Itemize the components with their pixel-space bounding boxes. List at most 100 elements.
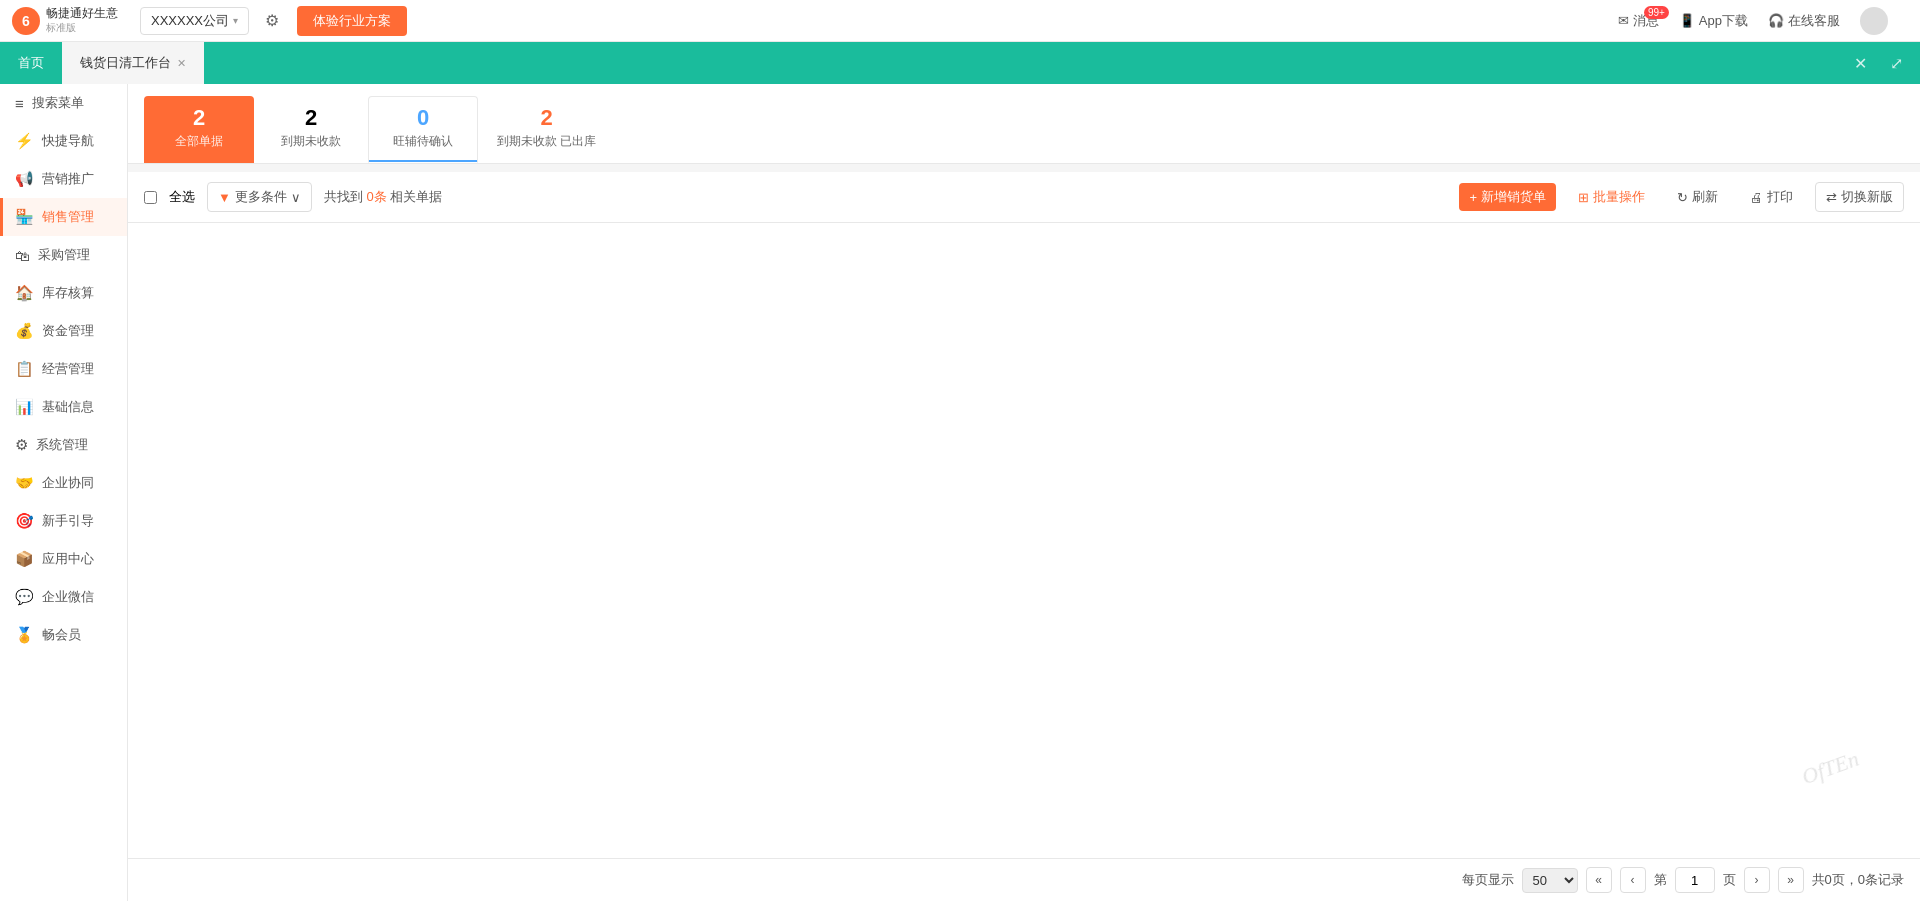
sidebar-item-operations[interactable]: 📋 经营管理 [0,350,127,388]
guide-icon: 🎯 [15,512,34,530]
select-all-checkbox[interactable] [144,191,157,204]
message-icon: ✉ [1618,13,1629,28]
headset-icon: 🎧 [1768,13,1784,28]
app-download-button[interactable]: 📱 App下载 [1679,12,1748,30]
sidebar-item-membership[interactable]: 🏅 畅会员 [0,616,127,654]
logo-badge: 标准版 [46,21,118,35]
trial-button[interactable]: 体验行业方案 [297,6,407,36]
inventory-icon: 🏠 [15,284,34,302]
found-count: 0条 [367,189,387,204]
chevron-down-icon: ▾ [233,15,238,26]
sidebar-item-search-menu[interactable]: ≡ 搜索菜单 [0,84,127,122]
tab-workbench-label: 钱货日清工作台 [80,54,171,72]
filter-label: 更多条件 [235,188,287,206]
switch-label: 切换新版 [1841,188,1893,206]
stats-tab-all[interactable]: 2 全部单据 [144,96,254,163]
sidebar-item-basic-info[interactable]: 📊 基础信息 [0,388,127,426]
print-button[interactable]: 🖨 打印 [1740,183,1803,211]
sidebar-item-capital[interactable]: 💰 资金管理 [0,312,127,350]
sidebar-item-marketing[interactable]: 📢 营销推广 [0,160,127,198]
sidebar-item-purchase[interactable]: 🛍 采购管理 [0,236,127,274]
stats-tab-overdue-unpaid[interactable]: 2 到期未收款 [256,96,366,163]
stats-wangwang-number: 0 [385,105,461,131]
tab-underline [369,160,477,162]
settings-icon[interactable]: ⚙ [257,6,287,36]
batch-label: 批量操作 [1593,188,1645,206]
sidebar-label-sales: 销售管理 [42,208,94,226]
app-download-label: App下载 [1699,12,1748,30]
close-tab-icon[interactable]: ✕ [1846,49,1874,77]
messages-badge: 99+ [1644,6,1669,19]
first-page-button[interactable]: « [1586,867,1612,893]
tab-home[interactable]: 首页 [0,42,62,84]
new-icon: + [1469,190,1477,205]
membership-icon: 🏅 [15,626,34,644]
sidebar-item-inventory[interactable]: 🏠 库存核算 [0,274,127,312]
sidebar-item-app-center[interactable]: 📦 应用中心 [0,540,127,578]
sidebar-item-system[interactable]: ⚙ 系统管理 [0,426,127,464]
page-label-2: 页 [1723,871,1736,889]
last-page-button[interactable]: » [1778,867,1804,893]
online-service-label: 在线客服 [1788,12,1840,30]
stats-unshipped-number: 2 [497,105,596,131]
sidebar-item-wechat-biz[interactable]: 💬 企业微信 [0,578,127,616]
refresh-button[interactable]: ↻ 刷新 [1667,183,1728,211]
tab-bar: 首页 钱货日清工作台 ✕ ✕ ⤢ [0,42,1920,84]
enterprise-icon: 🤝 [15,474,34,492]
sidebar-item-quick-nav[interactable]: ⚡ 快捷导航 [0,122,127,160]
sidebar-label-wechat-biz: 企业微信 [42,588,94,606]
main-layout: ≡ 搜索菜单 ⚡ 快捷导航 📢 营销推广 🏪 销售管理 🛍 采购管理 🏠 库存核… [0,84,1920,901]
sidebar-item-guide[interactable]: 🎯 新手引导 [0,502,127,540]
refresh-label: 刷新 [1692,188,1718,206]
stats-tab-wangwang[interactable]: 0 旺辅待确认 [368,96,478,163]
sidebar-item-sales[interactable]: 🏪 销售管理 [0,198,127,236]
avatar[interactable] [1860,7,1888,35]
switch-icon: ⇄ [1826,190,1837,205]
sidebar-label-app-center: 应用中心 [42,550,94,568]
stats-overdue-number: 2 [273,105,349,131]
stats-tab-unshipped[interactable]: 2 到期未收款 已出库 [480,96,613,163]
batch-operation-button[interactable]: ⊞ 批量操作 [1568,183,1655,211]
company-selector[interactable]: XXXXXX公司 ▾ [140,7,249,35]
sidebar-label-capital: 资金管理 [42,322,94,340]
search-menu-icon: ≡ [15,95,24,112]
tab-workbench[interactable]: 钱货日清工作台 ✕ [62,42,204,84]
sidebar-label-system: 系统管理 [36,436,88,454]
wechat-biz-icon: 💬 [15,588,34,606]
content-area: 2 全部单据 2 到期未收款 0 旺辅待确认 2 到期未收款 已出库 全选 ▼ [128,84,1920,901]
top-header: 6 畅捷通好生意 标准版 XXXXXX公司 ▾ ⚙ 体验行业方案 ✉ 消息 99… [0,0,1920,42]
new-sales-order-button[interactable]: + 新增销货单 [1459,183,1556,211]
basic-info-icon: 📊 [15,398,34,416]
sidebar-label-guide: 新手引导 [42,512,94,530]
page-input[interactable] [1675,867,1715,893]
stats-all-label: 全部单据 [161,133,237,150]
header-right: ✉ 消息 99+ 📱 App下载 🎧 在线客服 [1618,7,1908,35]
filter-button[interactable]: ▼ 更多条件 ∨ [207,182,312,212]
switch-version-button[interactable]: ⇄ 切换新版 [1815,182,1904,212]
total-info: 共0页，0条记录 [1812,871,1904,889]
sidebar-label-marketing: 营销推广 [42,170,94,188]
logo-icon: 6 [12,7,40,35]
capital-icon: 💰 [15,322,34,340]
logo-text: 畅捷通好生意 [46,6,118,22]
tab-close-icon[interactable]: ✕ [177,57,186,70]
sidebar-item-enterprise[interactable]: 🤝 企业协同 [0,464,127,502]
sidebar-label-inventory: 库存核算 [42,284,94,302]
sales-icon: 🏪 [15,208,34,226]
table-area [128,223,1920,858]
sidebar-label-enterprise: 企业协同 [42,474,94,492]
online-service-button[interactable]: 🎧 在线客服 [1768,12,1840,30]
stats-overdue-label: 到期未收款 [273,133,349,150]
page-size-select[interactable]: 10 20 50 100 [1522,868,1578,893]
expand-icon[interactable]: ⤢ [1882,49,1910,77]
tab-bar-actions: ✕ ⤢ [1846,49,1920,77]
new-label: 新增销货单 [1481,188,1546,206]
tab-home-label: 首页 [18,54,44,72]
sidebar-label-quick-nav: 快捷导航 [42,132,94,150]
batch-icon: ⊞ [1578,190,1589,205]
prev-page-button[interactable]: ‹ [1620,867,1646,893]
system-icon: ⚙ [15,436,28,454]
select-all-label: 全选 [169,188,195,206]
messages-button[interactable]: ✉ 消息 99+ [1618,12,1659,30]
next-page-button[interactable]: › [1744,867,1770,893]
